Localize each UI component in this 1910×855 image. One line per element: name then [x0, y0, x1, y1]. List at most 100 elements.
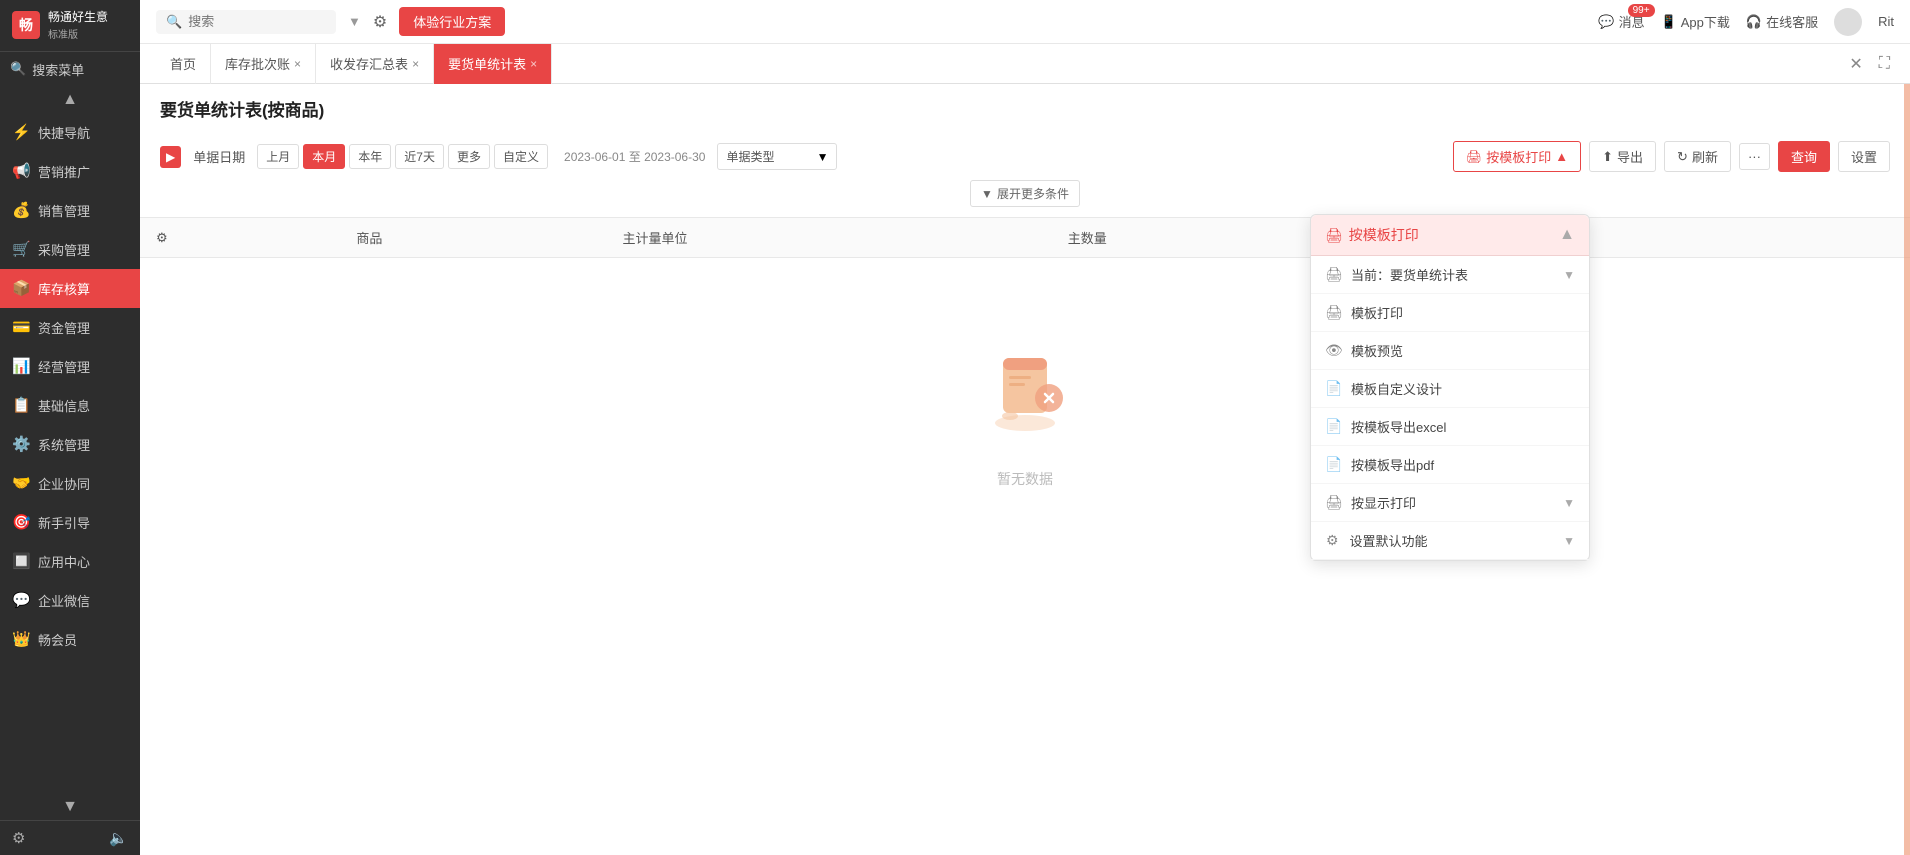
date-btn-this-year[interactable]: 本年: [349, 144, 391, 169]
tab-close-all-icon[interactable]: ✕: [1845, 50, 1866, 78]
print-item-default-func-row: 设置默认功能 ▼: [1349, 531, 1575, 550]
tab-inventory-batch[interactable]: 库存批次账 ×: [211, 44, 316, 84]
member-icon: 👑: [12, 630, 30, 648]
filter-toggle-btn[interactable]: ▶: [160, 146, 181, 168]
tab-order-stats[interactable]: 要货单统计表 ×: [434, 44, 552, 84]
sidebar-item-inventory[interactable]: 📦 库存核算: [0, 269, 140, 308]
sidebar-item-system[interactable]: ⚙️ 系统管理: [0, 425, 140, 464]
date-btn-7days[interactable]: 近7天: [395, 144, 444, 169]
sidebar-item-member[interactable]: 👑 畅会员: [0, 620, 140, 659]
print-dropdown-item-display-print[interactable]: 🖨 按显示打印 ▼: [1311, 484, 1589, 522]
print-item-template-custom-icon: 📄: [1325, 380, 1341, 397]
print-item-display-print-icon: 🖨: [1325, 494, 1341, 511]
scroll-up-button[interactable]: ▲: [0, 87, 140, 113]
print-item-export-excel-label: 按模板导出excel: [1351, 417, 1446, 436]
tab-receivables-summary-close[interactable]: ×: [412, 57, 419, 71]
sidebar-item-wechat[interactable]: 💬 企业微信: [0, 581, 140, 620]
sidebar-item-label: 库存核算: [38, 279, 90, 298]
sidebar-item-guide[interactable]: 🎯 新手引导: [0, 503, 140, 542]
expand-row: ▼ 展开更多条件: [160, 180, 1890, 207]
tab-order-stats-close[interactable]: ×: [530, 57, 537, 71]
dots-button[interactable]: ···: [1739, 143, 1770, 170]
date-btn-more[interactable]: 更多: [448, 144, 490, 169]
sidebar-item-label: 营销推广: [38, 162, 90, 181]
topbar-search-input[interactable]: [188, 14, 308, 29]
search-icon: 🔍: [10, 61, 26, 77]
order-type-select[interactable]: 单据类型 ▼: [717, 143, 837, 170]
print-item-default-func-arrow: ▼: [1563, 534, 1575, 548]
print-dropdown-item-current[interactable]: 🖨 当前：要货单统计表 ▼: [1311, 256, 1589, 294]
date-btn-this-month[interactable]: 本月: [303, 144, 345, 169]
sidebar-item-basic[interactable]: 📋 基础信息: [0, 386, 140, 425]
date-filter-label: 单据日期: [193, 147, 245, 166]
col-extra: [1763, 218, 1910, 258]
export-button[interactable]: ⬆ 导出: [1589, 141, 1656, 172]
sidebar-search[interactable]: 🔍 搜索菜单: [0, 52, 140, 87]
tab-home[interactable]: 首页: [156, 44, 211, 84]
print-dropdown: 🖨 按模板打印 ▲ 🖨 当前：要货单统计表 ▼ 🖨 模板打印: [1310, 214, 1590, 561]
topbar-gear-icon[interactable]: ⚙: [373, 12, 387, 32]
query-button[interactable]: 查询: [1778, 141, 1830, 172]
sidebar-item-collab[interactable]: 🤝 企业协同: [0, 464, 140, 503]
topbar-search-box[interactable]: 🔍: [156, 10, 336, 34]
sidebar-item-sales[interactable]: 💰 销售管理: [0, 191, 140, 230]
print-item-display-print-row: 按显示打印 ▼: [1351, 493, 1575, 512]
export-label: 导出: [1617, 147, 1643, 166]
tab-expand-icon[interactable]: ⛶: [1875, 51, 1894, 77]
content-wrapper: 要货单统计表(按商品) ▶ 单据日期 上月 本月 本年 近7天 更多 自定义 2…: [140, 84, 1910, 855]
print-item-default-func-icon: ⚙: [1325, 532, 1339, 549]
sidebar-item-operation[interactable]: 📊 经营管理: [0, 347, 140, 386]
sidebar-item-marketing[interactable]: 📢 营销推广: [0, 152, 140, 191]
print-dropdown-item-template-print[interactable]: 🖨 模板打印: [1311, 294, 1589, 332]
date-btn-last-month[interactable]: 上月: [257, 144, 299, 169]
topbar-chevron-icon[interactable]: ▼: [348, 14, 361, 29]
tab-inventory-batch-close[interactable]: ×: [294, 57, 301, 71]
sidebar-item-quick-nav[interactable]: ⚡ 快捷导航: [0, 113, 140, 152]
page-title: 要货单统计表(按商品): [160, 96, 1890, 121]
print-template-button[interactable]: 🖨 按模板打印 ▲: [1453, 141, 1581, 172]
print-dropdown-item-default-func[interactable]: ⚙ 设置默认功能 ▼: [1311, 522, 1589, 560]
message-button[interactable]: 💬 消息 99+: [1598, 12, 1644, 31]
tab-receivables-summary[interactable]: 收发存汇总表 ×: [316, 44, 434, 84]
col-settings[interactable]: ⚙: [140, 218, 340, 258]
user-avatar[interactable]: [1834, 8, 1862, 36]
print-dropdown-item-template-preview[interactable]: 👁 模板预览: [1311, 332, 1589, 370]
date-btn-custom[interactable]: 自定义: [494, 144, 548, 169]
app-download-button[interactable]: 📱 App下载: [1661, 12, 1730, 31]
message-badge: 99+: [1628, 4, 1655, 17]
trial-button[interactable]: 体验行业方案: [399, 7, 505, 36]
sidebar-item-finance[interactable]: 💳 资金管理: [0, 308, 140, 347]
resize-handle[interactable]: [1904, 84, 1910, 855]
sidebar-item-purchase[interactable]: 🛒 采购管理: [0, 230, 140, 269]
print-item-display-print-arrow: ▼: [1563, 496, 1575, 510]
print-item-export-pdf-icon: 📄: [1325, 456, 1341, 473]
print-dropdown-title-icon: 🖨: [1325, 227, 1343, 244]
empty-svg: [975, 338, 1075, 438]
settings-button[interactable]: 设置: [1838, 141, 1890, 172]
settings-btn-label: 设置: [1851, 147, 1877, 166]
print-dropdown-close-button[interactable]: ▲: [1559, 226, 1575, 244]
speaker-icon[interactable]: 🔈: [109, 829, 128, 847]
settings-footer-icon[interactable]: ⚙: [12, 829, 25, 847]
tab-home-label: 首页: [170, 54, 196, 73]
tab-order-stats-label: 要货单统计表: [448, 54, 526, 73]
print-item-template-print-label: 模板打印: [1351, 303, 1403, 322]
quick-nav-icon: ⚡: [12, 123, 30, 141]
purchase-icon: 🛒: [12, 240, 30, 258]
scroll-down-button[interactable]: ▼: [0, 794, 140, 820]
print-dropdown-items: 🖨 当前：要货单统计表 ▼ 🖨 模板打印 👁 模板预览 📄 模板自定义设: [1311, 256, 1589, 560]
col-unit: 主计量单位: [607, 218, 1052, 258]
sidebar-item-label: 采购管理: [38, 240, 90, 259]
print-dropdown-item-export-excel[interactable]: 📄 按模板导出excel: [1311, 408, 1589, 446]
print-dropdown-item-template-custom[interactable]: 📄 模板自定义设计: [1311, 370, 1589, 408]
empty-state: 暂无数据: [140, 258, 1910, 569]
date-filter-buttons: 上月 本月 本年 近7天 更多 自定义: [257, 144, 548, 169]
sidebar-item-apps[interactable]: 🔲 应用中心: [0, 542, 140, 581]
print-dropdown-item-export-pdf[interactable]: 📄 按模板导出pdf: [1311, 446, 1589, 484]
sidebar-item-label: 销售管理: [38, 201, 90, 220]
expand-more-button[interactable]: ▼ 展开更多条件: [970, 180, 1080, 207]
tab-bar-right: ✕ ⛶: [1845, 50, 1894, 78]
online-service-button[interactable]: 🎧 在线客服: [1746, 12, 1818, 31]
refresh-button[interactable]: ↻ 刷新: [1664, 141, 1731, 172]
username-label: Rit: [1878, 14, 1894, 29]
